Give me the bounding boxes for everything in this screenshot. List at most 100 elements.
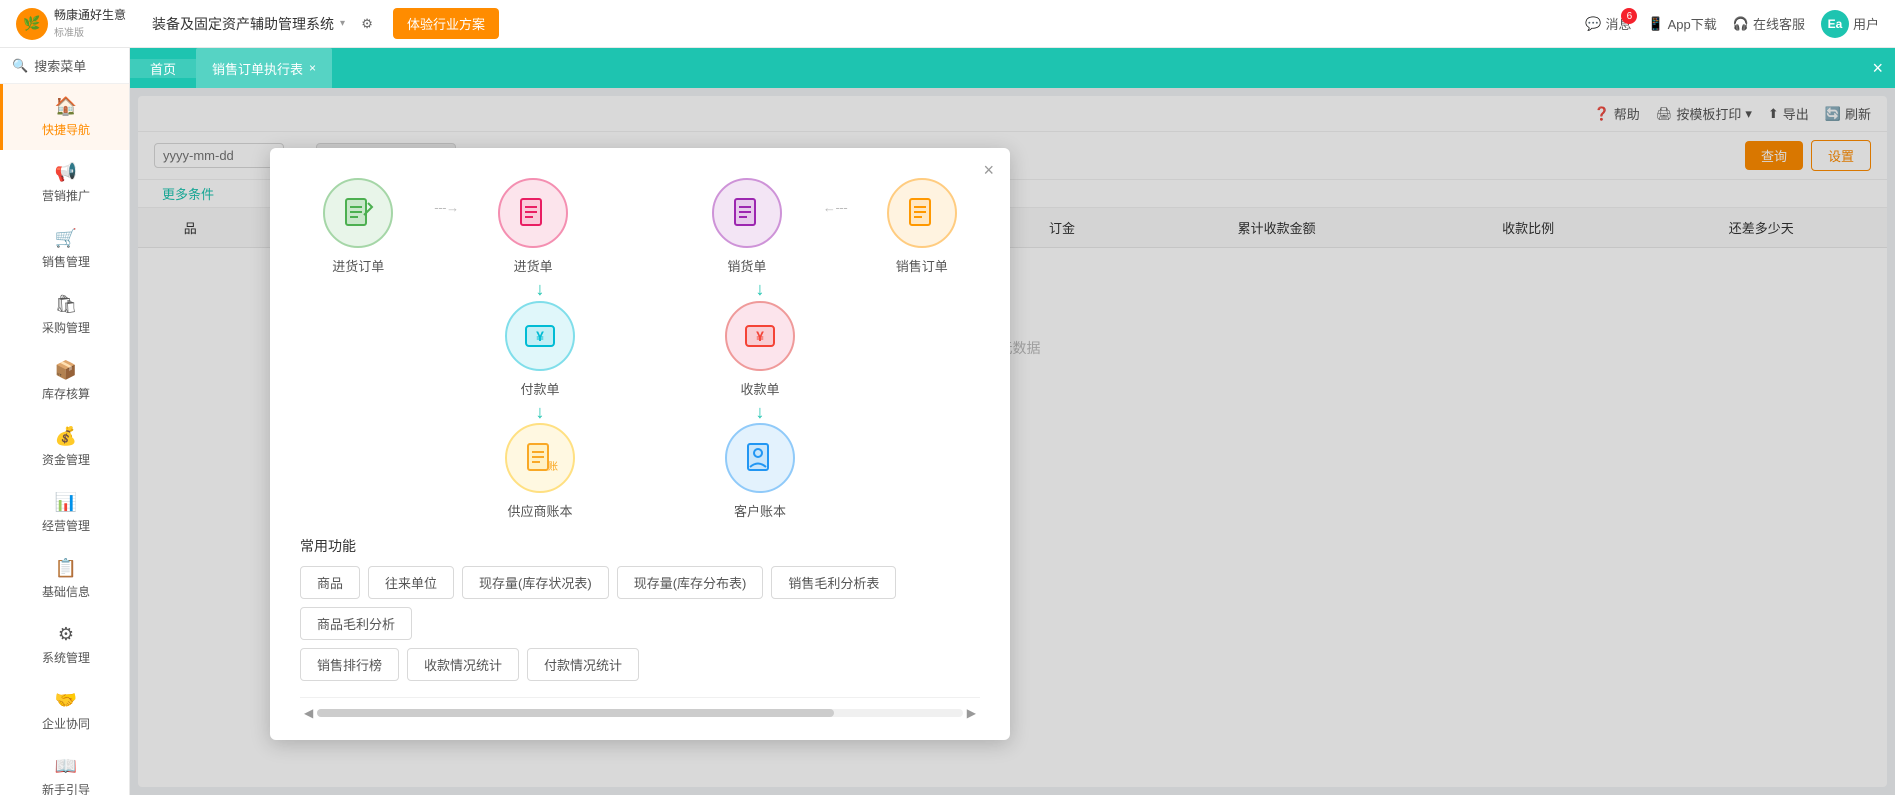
- home-icon: 🏠: [55, 96, 77, 117]
- logo-texts: 畅康通好生意 标准版: [54, 8, 126, 39]
- sales-icon: 🛒: [55, 228, 77, 249]
- scrollbar-thumb[interactable]: [317, 709, 833, 717]
- sidebar-item-purchase[interactable]: 🛍 采购管理: [0, 282, 129, 348]
- online-service-item[interactable]: 🎧 在线客服: [1733, 14, 1805, 33]
- down-arrow-payment: ↓: [536, 279, 545, 301]
- workflow-dialog: ×: [270, 148, 1010, 740]
- sidebar: 🔍 搜索菜单 🏠 快捷导航 📢 营销推广 🛒 销售管理 🛍 采购管理 📦: [0, 48, 130, 795]
- arrow-sales-order-to-bill: ← - - -: [805, 178, 863, 215]
- sidebar-item-operations[interactable]: 📊 经营管理: [0, 480, 129, 546]
- logo-text: 畅康通好生意: [54, 8, 126, 24]
- wf-customer-col: ↓: [700, 402, 820, 521]
- func-btn-sales-profit[interactable]: 销售毛利分析表: [771, 566, 896, 599]
- svg-text:¥: ¥: [756, 328, 764, 344]
- down-arrow-receipt: ↓: [756, 279, 765, 301]
- scrollbar-track[interactable]: [317, 709, 963, 717]
- finance-icon: 💰: [55, 426, 77, 447]
- sidebar-item-marketing[interactable]: 📢 营销推广: [0, 150, 129, 216]
- newbie-icon: 📖: [55, 756, 77, 777]
- marketing-icon: 📢: [55, 162, 77, 183]
- purchase-icon: 🛍: [55, 294, 78, 315]
- workflow-row-2: ↓ ¥: [300, 279, 980, 398]
- wf-payment-col: ↓ ¥: [480, 279, 600, 398]
- wf-node-sales-bill[interactable]: 销货单: [689, 178, 806, 275]
- down-arrow-customer: ↓: [756, 402, 765, 424]
- top-bar: 🌿 畅康通好生意 标准版 装备及固定资产辅助管理系统 ▾ ⚙ 体验行业方案 💬 …: [0, 0, 1895, 48]
- workflow-row-3: ↓: [300, 402, 980, 521]
- inventory-icon: 📦: [55, 360, 77, 381]
- user-item[interactable]: Ea 用户: [1821, 10, 1879, 38]
- sidebar-item-basic-info[interactable]: 📋 基础信息: [0, 546, 129, 612]
- app-download-item[interactable]: 📱 App下载: [1647, 14, 1716, 33]
- wf-node-customer-ledger[interactable]: 客户账本: [700, 423, 820, 520]
- tab-home[interactable]: 首页: [130, 59, 196, 78]
- wf-node-purchase-order[interactable]: 进货订单: [300, 178, 417, 275]
- sidebar-item-sales[interactable]: 🛒 销售管理: [0, 216, 129, 282]
- common-functions: 常用功能 商品 往来单位 现存量(库存状况表) 现存量(库存分布表) 销售毛利分…: [300, 536, 980, 681]
- wf-circle-purchase-order: [323, 178, 393, 248]
- scrollbar-left-icon[interactable]: ◀: [300, 706, 317, 720]
- wf-receipt-col: ↓ ¥: [700, 279, 820, 398]
- wf-node-receipt[interactable]: ¥ 收款单: [700, 301, 820, 398]
- wf-circle-sales-bill: [712, 178, 782, 248]
- search-menu[interactable]: 🔍 搜索菜单: [0, 48, 129, 84]
- func-btn-product[interactable]: 商品: [300, 566, 360, 599]
- func-btn-contacts[interactable]: 往来单位: [368, 566, 454, 599]
- app-wrapper: 🌿 畅康通好生意 标准版 装备及固定资产辅助管理系统 ▾ ⚙ 体验行业方案 💬 …: [0, 0, 1895, 795]
- wf-node-purchase-bill[interactable]: 进货单: [475, 178, 592, 275]
- phone-icon: 📱: [1647, 16, 1663, 32]
- sidebar-item-finance[interactable]: 💰 资金管理: [0, 414, 129, 480]
- workflow-row-1: 进货订单 - - - →: [300, 178, 980, 275]
- search-icon: 🔍: [12, 58, 28, 74]
- sidebar-item-quick-nav[interactable]: 🏠 快捷导航: [0, 84, 129, 150]
- svg-text:账: 账: [548, 461, 558, 473]
- close-tab-icon[interactable]: ×: [309, 61, 316, 75]
- tab-content: ❓ 帮助 🖨 按模板打印 ▾ ⬆ 导出 🔄: [130, 88, 1895, 795]
- message-badge: 6: [1621, 8, 1637, 24]
- func-btn-sales-ranking[interactable]: 销售排行榜: [300, 648, 399, 681]
- arrow-purchase-order-to-bill: - - - →: [417, 178, 475, 215]
- logo-area: 🌿 畅康通好生意 标准版: [16, 8, 136, 40]
- sidebar-item-enterprise[interactable]: 🤝 企业协同: [0, 678, 129, 744]
- scrollbar-right-icon[interactable]: ▶: [963, 706, 980, 720]
- wf-node-supplier-ledger[interactable]: 账 供应商账本: [480, 423, 600, 520]
- func-btn-receipt-stats[interactable]: 收款情况统计: [407, 648, 519, 681]
- operations-icon: 📊: [55, 492, 77, 513]
- common-func-title: 常用功能: [300, 536, 980, 556]
- sidebar-item-newbie[interactable]: 📖 新手引导: [0, 744, 129, 795]
- down-arrow-supplier: ↓: [536, 402, 545, 424]
- wf-circle-sales-order: [887, 178, 957, 248]
- trial-button[interactable]: 体验行业方案: [393, 8, 499, 39]
- user-avatar: Ea: [1821, 10, 1849, 38]
- func-btn-stock-status[interactable]: 现存量(库存状况表): [462, 566, 609, 599]
- wf-supplier-col: ↓: [480, 402, 600, 521]
- func-btn-product-profit[interactable]: 商品毛利分析: [300, 607, 412, 640]
- top-right: 💬 消息 6 📱 App下载 🎧 在线客服 Ea 用户: [1585, 10, 1879, 38]
- close-all-tabs-icon[interactable]: ×: [1872, 58, 1883, 79]
- wf-node-sales-order[interactable]: 销售订单: [863, 178, 980, 275]
- func-buttons-row1: 商品 往来单位 现存量(库存状况表) 现存量(库存分布表) 销售毛利分析表 商品…: [300, 566, 980, 640]
- settings-icon[interactable]: ⚙: [353, 10, 381, 38]
- message-item[interactable]: 💬 消息 6: [1585, 14, 1631, 33]
- sidebar-item-inventory[interactable]: 📦 库存核算: [0, 348, 129, 414]
- wf-circle-payment: ¥: [505, 301, 575, 371]
- func-btn-payment-stats[interactable]: 付款情况统计: [527, 648, 639, 681]
- tab-bar: 首页 销售订单执行表 × ×: [130, 48, 1895, 88]
- dialog-overlay: ×: [130, 88, 1895, 795]
- tab-sales-order-exec[interactable]: 销售订单执行表 ×: [196, 48, 332, 88]
- workflow-diagram: 进货订单 - - - →: [300, 178, 980, 520]
- main-area: 🔍 搜索菜单 🏠 快捷导航 📢 营销推广 🛒 销售管理 🛍 采购管理 📦: [0, 48, 1895, 795]
- wf-circle-customer: [725, 423, 795, 493]
- logo-subtext: 标准版: [54, 24, 126, 39]
- wf-circle-purchase-bill: [498, 178, 568, 248]
- sidebar-item-system[interactable]: ⚙ 系统管理: [0, 612, 129, 678]
- func-buttons-row2: 销售排行榜 收款情况统计 付款情况统计: [300, 648, 980, 681]
- func-btn-stock-dist[interactable]: 现存量(库存分布表): [617, 566, 764, 599]
- dropdown-arrow-icon[interactable]: ▾: [340, 18, 345, 29]
- logo-icon: 🌿: [16, 8, 48, 40]
- basic-info-icon: 📋: [55, 558, 77, 579]
- wf-node-payment[interactable]: ¥ 付款单: [480, 301, 600, 398]
- dialog-close-button[interactable]: ×: [983, 160, 994, 181]
- headset-icon: 🎧: [1733, 16, 1749, 32]
- system-title: 装备及固定资产辅助管理系统 ▾: [152, 14, 345, 34]
